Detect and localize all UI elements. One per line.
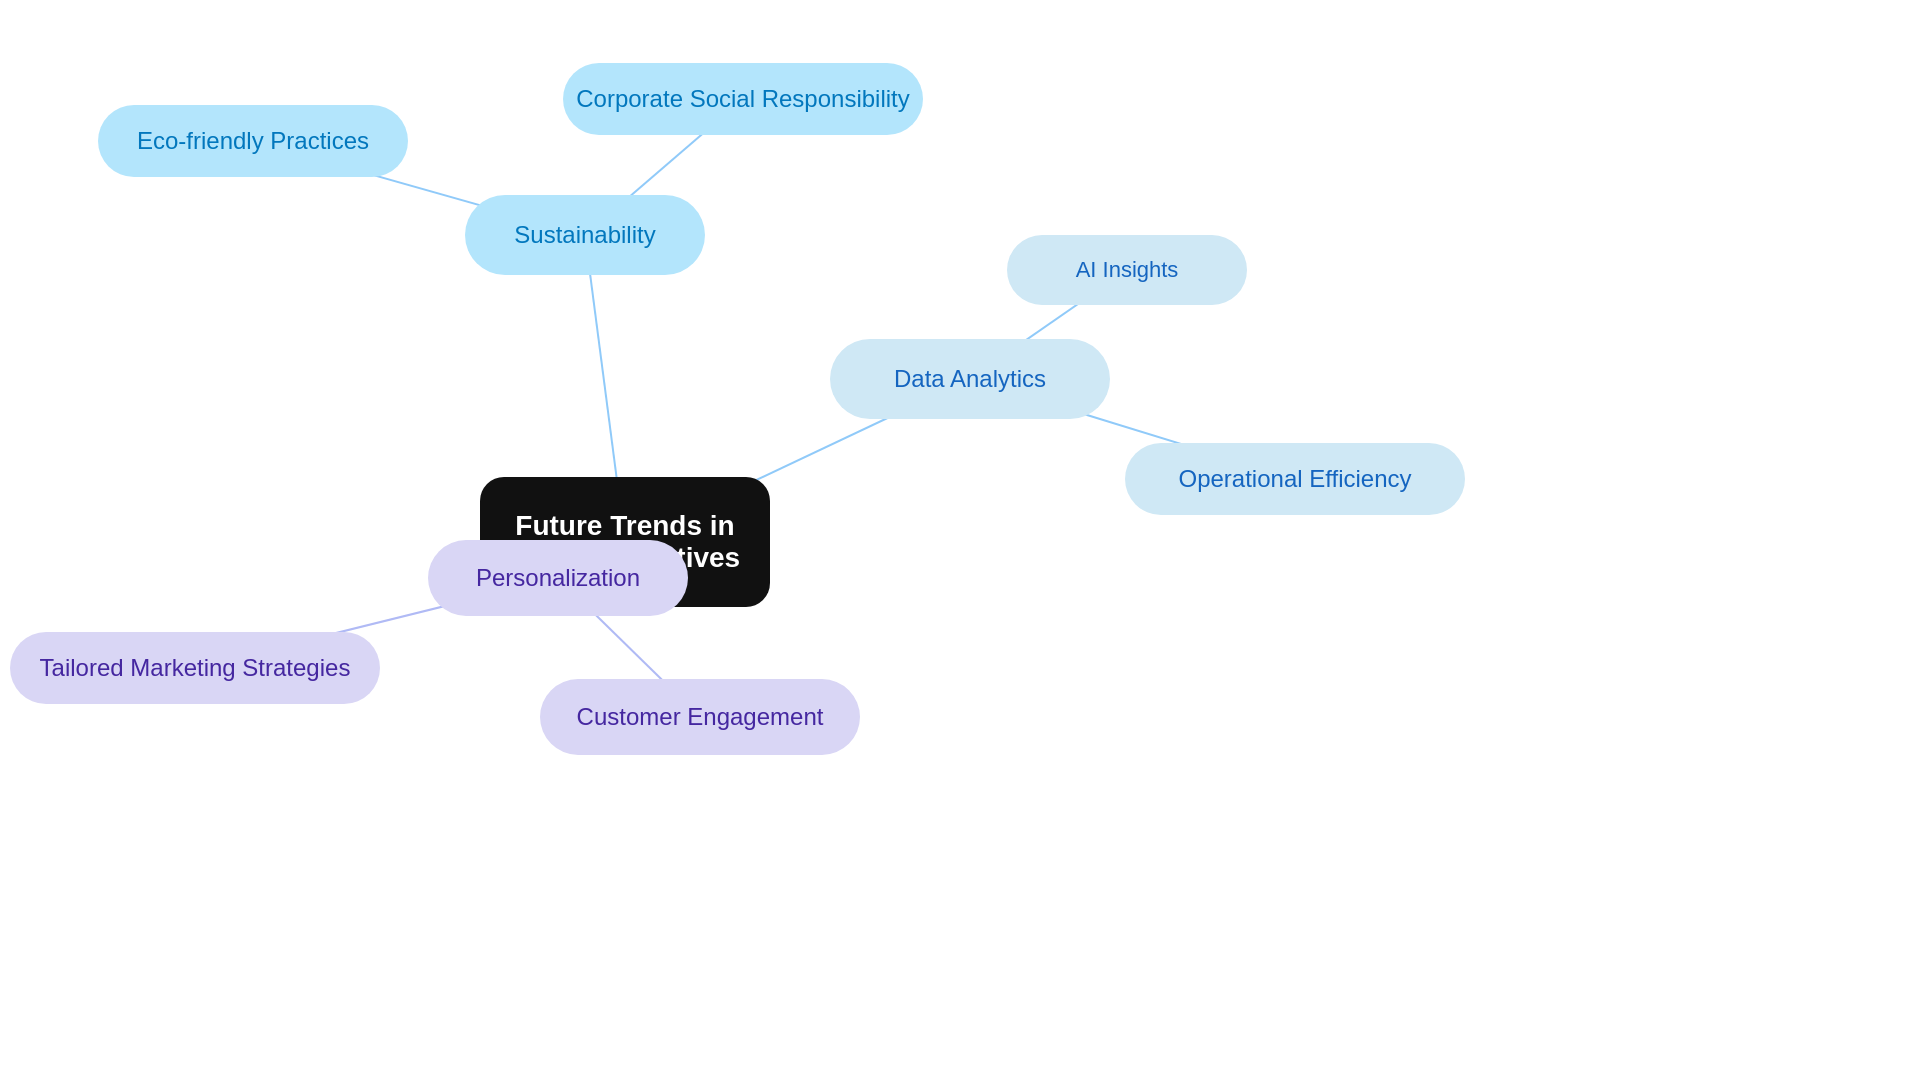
operational-efficiency-node[interactable]: Operational Efficiency (1125, 443, 1465, 515)
eco-node[interactable]: Eco-friendly Practices (98, 105, 408, 177)
personalization-node[interactable]: Personalization (428, 540, 688, 616)
tailored-marketing-node[interactable]: Tailored Marketing Strategies (10, 632, 380, 704)
sustainability-node[interactable]: Sustainability (465, 195, 705, 275)
ai-insights-node[interactable]: AI Insights (1007, 235, 1247, 305)
data-analytics-node[interactable]: Data Analytics (830, 339, 1110, 419)
csr-node[interactable]: Corporate Social Responsibility (563, 63, 923, 135)
customer-engagement-node[interactable]: Customer Engagement (540, 679, 860, 755)
